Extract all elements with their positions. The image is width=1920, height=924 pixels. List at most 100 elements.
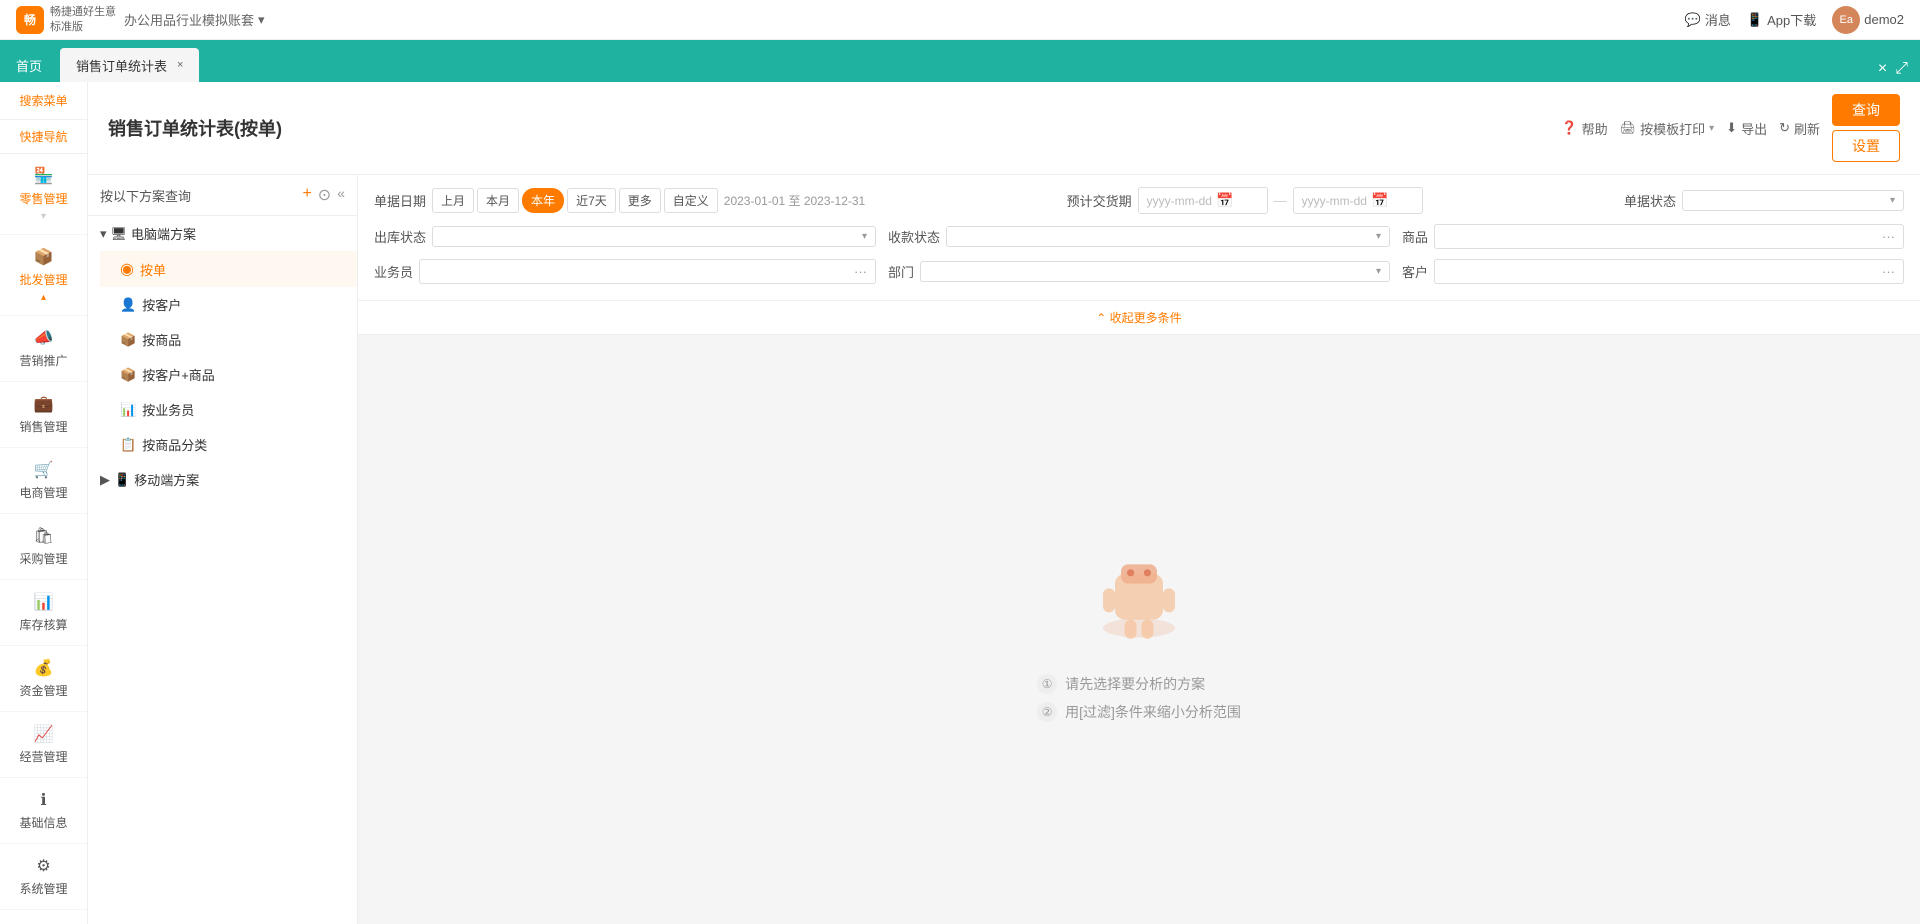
sidebar-search[interactable]: 搜索菜单 bbox=[0, 82, 87, 120]
sidebar-quick-nav[interactable]: 快捷导航 bbox=[0, 120, 87, 154]
left-panel-title: 按以下方案查询 bbox=[100, 186, 191, 205]
tree-group-desktop-icon: 🖥 bbox=[111, 226, 128, 242]
tree-group-mobile[interactable]: ▶ 📱 移动端方案 bbox=[88, 462, 357, 497]
filter-box: 单据日期 上月 本月 本年 近7天 更多 自定义 2023-01-01 至 20… bbox=[358, 175, 1920, 335]
sidebar-item-business[interactable]: 📈 经营管理 bbox=[0, 712, 87, 778]
delivery-date-from[interactable]: yyyy-mm-dd 📅 bbox=[1138, 187, 1268, 214]
filter-row-1: 单据日期 上月 本月 本年 近7天 更多 自定义 2023-01-01 至 20… bbox=[358, 175, 1920, 214]
salesperson-select[interactable]: ··· bbox=[419, 259, 876, 284]
query-button[interactable]: 查询 bbox=[1832, 94, 1900, 126]
doc-status-select[interactable]: ▾ bbox=[1682, 190, 1904, 211]
payment-select[interactable]: ▾ bbox=[946, 226, 1390, 247]
department-select[interactable]: ▾ bbox=[920, 261, 1390, 282]
btn-custom[interactable]: 自定义 bbox=[664, 188, 718, 213]
sidebar-item-wholesale[interactable]: 📦 批发管理 ▴ bbox=[0, 235, 87, 316]
print-label: 按模板打印 bbox=[1640, 119, 1705, 138]
export-btn[interactable]: ⬇ 导出 bbox=[1726, 119, 1767, 138]
breadcrumb-arrow[interactable]: ▾ bbox=[258, 12, 265, 28]
tree-group-desktop[interactable]: ▾ 🖥 电脑端方案 bbox=[88, 216, 357, 251]
calendar-to-icon: 📅 bbox=[1371, 192, 1388, 209]
delivery-date-to[interactable]: yyyy-mm-dd 📅 bbox=[1293, 187, 1423, 214]
sales-label: 销售管理 bbox=[19, 418, 67, 435]
delivery-from-placeholder: yyyy-mm-dd bbox=[1147, 194, 1212, 208]
by-sp-icon: 📊 bbox=[120, 402, 136, 418]
retail-icon: 🏪 bbox=[34, 166, 54, 186]
btn-more[interactable]: 更多 bbox=[619, 188, 661, 213]
by-order-icon: ◉ bbox=[120, 259, 134, 279]
sidebar-item-enterprise[interactable]: 🤝 企业协同 bbox=[0, 910, 87, 924]
field-department: 部门 ▾ bbox=[888, 261, 1390, 282]
by-product-icon: 📦 bbox=[120, 332, 136, 348]
btn-last-7-days[interactable]: 近7天 bbox=[567, 188, 616, 213]
right-content: 单据日期 上月 本月 本年 近7天 更多 自定义 2023-01-01 至 20… bbox=[358, 175, 1920, 924]
field-product: 商品 ··· bbox=[1402, 224, 1904, 249]
sidebar-item-inventory[interactable]: 📊 库存核算 bbox=[0, 580, 87, 646]
customer-select[interactable]: ··· bbox=[1434, 259, 1904, 284]
message-btn[interactable]: 💬 消息 bbox=[1685, 10, 1731, 29]
salesperson-label: 业务员 bbox=[374, 262, 413, 281]
help-btn[interactable]: ❓ 帮助 bbox=[1561, 119, 1607, 138]
edit-plan-icon[interactable]: ⊙ bbox=[318, 185, 331, 205]
field-delivery-date: 预计交货期 yyyy-mm-dd 📅 — yyyy-mm-dd 📅 bbox=[1067, 187, 1423, 214]
field-customer: 客户 ··· bbox=[1402, 259, 1904, 284]
delivery-date-label: 预计交货期 bbox=[1067, 191, 1132, 210]
refresh-label: 刷新 bbox=[1794, 119, 1820, 138]
sidebar-item-retail[interactable]: 🏪 零售管理 ▾ bbox=[0, 154, 87, 235]
retail-label: 零售管理 bbox=[19, 190, 67, 207]
breadcrumb: 办公用品行业模拟账套 ▾ bbox=[124, 10, 265, 29]
tab-close-window[interactable]: × bbox=[1878, 60, 1887, 78]
btn-last-month[interactable]: 上月 bbox=[432, 188, 474, 213]
doc-date-label: 单据日期 bbox=[374, 191, 426, 210]
refresh-btn[interactable]: ↻ 刷新 bbox=[1779, 119, 1820, 138]
export-label: 导出 bbox=[1741, 119, 1767, 138]
tab-maximize[interactable]: ⤢ bbox=[1895, 60, 1908, 78]
tab-close-icon[interactable]: × bbox=[177, 59, 183, 71]
sidebar-item-sales[interactable]: 💼 销售管理 bbox=[0, 382, 87, 448]
empty-illustration bbox=[1079, 538, 1199, 658]
tree-item-by-customer[interactable]: 👤 按客户 bbox=[100, 287, 357, 322]
date-range-display: 2023-01-01 至 2023-12-31 bbox=[724, 192, 865, 209]
field-payment-status: 收款状态 ▾ bbox=[888, 226, 1390, 247]
btn-this-month[interactable]: 本月 bbox=[477, 188, 519, 213]
tree-mobile-icon: 📱 bbox=[114, 472, 130, 488]
sidebar-item-finance[interactable]: 💰 资金管理 bbox=[0, 646, 87, 712]
outbound-select[interactable]: ▾ bbox=[432, 226, 876, 247]
inventory-icon: 📊 bbox=[34, 592, 54, 612]
customer-label: 客户 bbox=[1402, 262, 1428, 281]
username-label: demo2 bbox=[1864, 12, 1904, 27]
btn-this-year[interactable]: 本年 bbox=[522, 188, 564, 213]
app-download-btn[interactable]: 📱 App下载 bbox=[1747, 10, 1816, 29]
tip-2-text: 用[过滤]条件来缩小分析范围 bbox=[1065, 702, 1241, 722]
purchase-label: 采购管理 bbox=[19, 550, 67, 567]
product-select[interactable]: ··· bbox=[1434, 224, 1904, 249]
tree-item-by-customer-product[interactable]: 📦 按客户+商品 bbox=[100, 357, 357, 392]
sidebar-item-ecommerce[interactable]: 🛒 电商管理 bbox=[0, 448, 87, 514]
payment-arrow: ▾ bbox=[1376, 231, 1381, 242]
by-customer-label: 按客户 bbox=[142, 295, 181, 314]
template-print-btn[interactable]: 🖨 按模板打印 ▾ bbox=[1620, 119, 1715, 138]
payment-label: 收款状态 bbox=[888, 227, 940, 246]
tab-home-label: 首页 bbox=[16, 56, 42, 75]
tree-item-by-salesperson[interactable]: 📊 按业务员 bbox=[100, 392, 357, 427]
tab-home[interactable]: 首页 bbox=[0, 48, 58, 82]
sidebar-item-basic-info[interactable]: ℹ 基础信息 bbox=[0, 778, 87, 844]
add-plan-icon[interactable]: + bbox=[302, 185, 311, 205]
tree-item-by-category[interactable]: 📋 按商品分类 bbox=[100, 427, 357, 462]
settings-button[interactable]: 设置 bbox=[1832, 130, 1900, 162]
collapse-bar[interactable]: ⌃ 收起更多条件 bbox=[358, 300, 1920, 334]
collapse-panel-icon[interactable]: « bbox=[337, 185, 345, 205]
user-profile-btn[interactable]: Ea demo2 bbox=[1832, 6, 1904, 34]
tree-item-by-order[interactable]: ◉ 按单 bbox=[100, 251, 357, 287]
sidebar-item-purchase[interactable]: 🛍 采购管理 bbox=[0, 514, 87, 580]
date-buttons: 上月 本月 本年 近7天 更多 自定义 bbox=[432, 188, 718, 213]
product-dots: ··· bbox=[1882, 229, 1895, 244]
filter-row-3: 业务员 ··· 部门 ▾ bbox=[358, 249, 1920, 296]
tab-sales-report[interactable]: 销售订单统计表 × bbox=[60, 48, 199, 82]
left-panel-header: 按以下方案查询 + ⊙ « bbox=[88, 175, 357, 216]
tree-item-by-product[interactable]: 📦 按商品 bbox=[100, 322, 357, 357]
sidebar-item-system[interactable]: ⚙ 系统管理 bbox=[0, 844, 87, 910]
ecommerce-icon: 🛒 bbox=[34, 460, 54, 480]
export-icon: ⬇ bbox=[1726, 120, 1737, 136]
calendar-from-icon: 📅 bbox=[1216, 192, 1233, 209]
sidebar-item-marketing[interactable]: 📣 营销推广 bbox=[0, 316, 87, 382]
